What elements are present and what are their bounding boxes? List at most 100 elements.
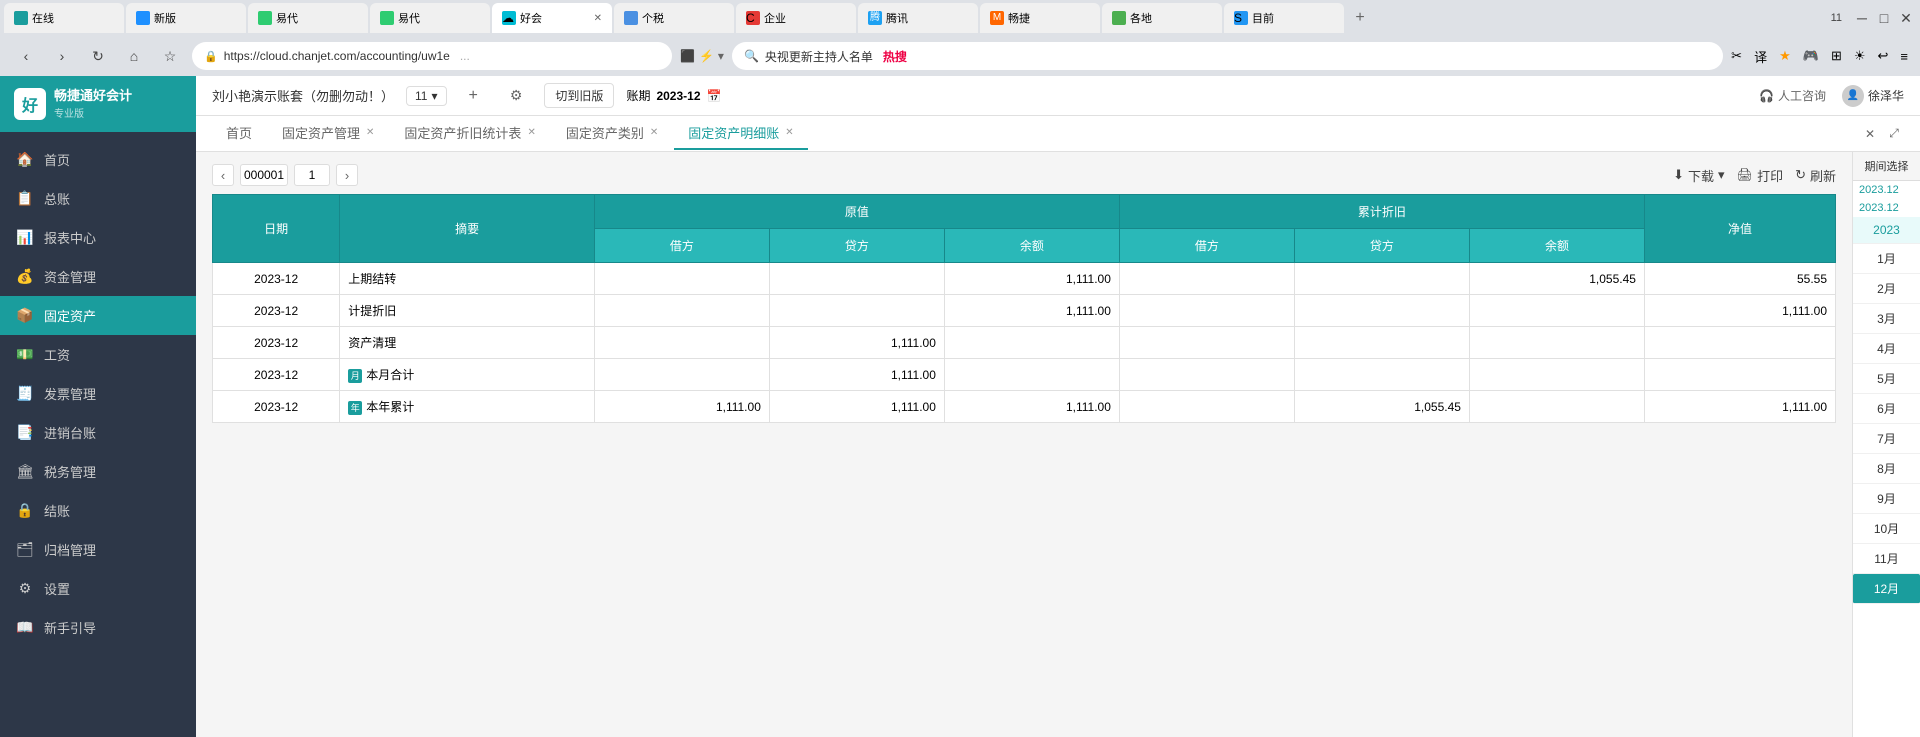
account-select[interactable]: 11 ▾ [406, 86, 447, 106]
period-month-2[interactable]: 2月 [1853, 274, 1920, 304]
period-month-5[interactable]: 5月 [1853, 364, 1920, 394]
back-button[interactable]: ‹ [12, 42, 40, 70]
period-start-date[interactable]: 2023.12 [1853, 181, 1920, 199]
sidebar-item-reports[interactable]: 📊 报表中心 [0, 218, 196, 257]
browser-tab-haokuai[interactable]: ☁ 好会 ✕ [492, 3, 612, 33]
period-month-6[interactable]: 6月 [1853, 394, 1920, 424]
sidebar-item-payroll[interactable]: 💵 工资 [0, 335, 196, 374]
page-num-input[interactable] [294, 164, 330, 186]
download-label: 下载 [1688, 166, 1714, 185]
bookmark-button[interactable]: ☆ [156, 42, 184, 70]
ext-dropdown-btn[interactable]: ▾ [718, 49, 724, 63]
translate-icon[interactable]: 译 [1754, 47, 1767, 66]
refresh-btn[interactable]: ↻ 刷新 [1795, 166, 1836, 185]
period-month-4[interactable]: 4月 [1853, 334, 1920, 364]
toolbar-actions: ⬇ 下载 ▾ 🖨 打印 ↻ 刷新 [1673, 166, 1836, 185]
period-month-8[interactable]: 8月 [1853, 454, 1920, 484]
ext-icon-1[interactable]: ⬛ [680, 49, 695, 63]
tab-depreciation-stats[interactable]: 固定资产折旧统计表 ✕ [390, 117, 549, 150]
tab-title-changjie: 畅捷 [1008, 10, 1090, 26]
tab-title-gedi: 各地 [1130, 10, 1212, 26]
browser-tab-mubiao[interactable]: S 目前 [1224, 3, 1344, 33]
row2-date: 2023-12 [213, 295, 340, 327]
star-icon[interactable]: ★ [1779, 48, 1791, 64]
period-end-date[interactable]: 2023.12 [1853, 199, 1920, 217]
new-tab-button[interactable]: + [1346, 4, 1374, 32]
browser-tab-online[interactable]: 在线 [4, 3, 124, 33]
menu-icon[interactable]: ≡ [1900, 49, 1908, 64]
browser-tab-yidai2[interactable]: 易代 [370, 3, 490, 33]
period-year-2023[interactable]: 2023 [1853, 217, 1920, 244]
browser-tab-changjie[interactable]: M 畅捷 [980, 3, 1100, 33]
sidebar-item-home[interactable]: 🏠 首页 [0, 140, 196, 179]
sidebar-item-settings[interactable]: ⚙ 设置 [0, 569, 196, 608]
grid-icon[interactable]: ⊞ [1831, 48, 1842, 64]
headphone-icon: 🎧 [1759, 89, 1774, 103]
switch-version-btn[interactable]: 切到旧版 [544, 83, 614, 108]
history-icon[interactable]: ↩ [1878, 48, 1889, 64]
sidebar-item-archive[interactable]: 🗂 归档管理 [0, 530, 196, 569]
search-bar[interactable]: 🔍 央视更新主持人名单 热搜 [732, 42, 1723, 70]
ext-icon-2[interactable]: ⚡ [699, 49, 714, 63]
sidebar-item-close[interactable]: 🔒 结账 [0, 491, 196, 530]
tab-close-ledger[interactable]: ✕ [785, 127, 793, 138]
service-btn[interactable]: 🎧 人工咨询 [1759, 87, 1826, 104]
tab-close-haokuai[interactable]: ✕ [594, 13, 602, 24]
sidebar-label-ledger: 总账 [44, 189, 70, 208]
sidebar-item-stock[interactable]: 📑 进销台账 [0, 413, 196, 452]
period-month-3[interactable]: 3月 [1853, 304, 1920, 334]
sidebar-item-tax[interactable]: 🏛 税务管理 [0, 452, 196, 491]
user-btn[interactable]: 👤 徐泽华 [1842, 85, 1904, 107]
scissors-icon[interactable]: ✂ [1731, 48, 1742, 64]
sidebar-item-guide[interactable]: 📖 新手引导 [0, 608, 196, 647]
period-month-7[interactable]: 7月 [1853, 424, 1920, 454]
browser-tab-tencent[interactable]: 腾 腾讯 [858, 3, 978, 33]
tab-home[interactable]: 首页 [212, 117, 266, 150]
close-button[interactable]: ✕ [1896, 8, 1916, 28]
tax-icon: 🏛 [16, 463, 34, 481]
period-month-12[interactable]: 12月 [1853, 574, 1920, 604]
next-page-btn[interactable]: › [336, 164, 358, 186]
browser-tab-qiye[interactable]: C 企业 [736, 3, 856, 33]
home-button[interactable]: ⌂ [120, 42, 148, 70]
tab-close-dep-stats[interactable]: ✕ [527, 127, 535, 138]
tab-close-category[interactable]: ✕ [650, 127, 658, 138]
game-icon[interactable]: 🎮 [1803, 48, 1819, 64]
settings-gear-btn[interactable]: ⚙ [500, 84, 533, 107]
calendar-icon[interactable]: 📅 [707, 89, 722, 103]
tab-expand-btn[interactable]: ⤢ [1884, 124, 1904, 144]
tab-title-online: 在线 [32, 10, 114, 26]
row3-orig-credit: 1,111.00 [769, 327, 944, 359]
tab-close-fixed-mgmt[interactable]: ✕ [366, 127, 374, 138]
browser-tab-new[interactable]: 新版 [126, 3, 246, 33]
tab-asset-ledger[interactable]: 固定资产明细账 ✕ [674, 117, 807, 150]
forward-button[interactable]: › [48, 42, 76, 70]
tab-fixed-mgmt[interactable]: 固定资产管理 ✕ [268, 117, 388, 150]
brightness-icon[interactable]: ☀ [1854, 48, 1866, 64]
browser-tab-yidai1[interactable]: 易代 [248, 3, 368, 33]
reload-button[interactable]: ↻ [84, 42, 112, 70]
period-month-11[interactable]: 11月 [1853, 544, 1920, 574]
sidebar-item-funds[interactable]: 💰 资金管理 [0, 257, 196, 296]
tab-label-ledger: 固定资产明细账 [688, 123, 779, 142]
page-code-input[interactable] [240, 164, 288, 186]
tab-asset-category[interactable]: 固定资产类别 ✕ [552, 117, 672, 150]
maximize-button[interactable]: □ [1874, 8, 1894, 28]
period-month-10[interactable]: 10月 [1853, 514, 1920, 544]
browser-tab-gedi[interactable]: 各地 [1102, 3, 1222, 33]
col-header-date: 日期 [213, 195, 340, 263]
add-account-btn[interactable]: + [459, 84, 488, 108]
period-month-1[interactable]: 1月 [1853, 244, 1920, 274]
row1-accum-balance: 1,055.45 [1469, 263, 1644, 295]
sidebar-item-invoice[interactable]: 🧾 发票管理 [0, 374, 196, 413]
period-month-9[interactable]: 9月 [1853, 484, 1920, 514]
sidebar-item-ledger[interactable]: 📋 总账 [0, 179, 196, 218]
prev-page-btn[interactable]: ‹ [212, 164, 234, 186]
tab-close-btn[interactable]: ✕ [1860, 124, 1880, 144]
sidebar-item-fixed[interactable]: 📦 固定资产 [0, 296, 196, 335]
print-btn[interactable]: 🖨 打印 [1737, 166, 1784, 185]
download-btn[interactable]: ⬇ 下载 ▾ [1673, 166, 1724, 185]
url-bar[interactable]: 🔒 https://cloud.chanjet.com/accounting/u… [192, 42, 672, 70]
browser-tab-geshui[interactable]: 个税 [614, 3, 734, 33]
minimize-button[interactable]: ─ [1852, 8, 1872, 28]
